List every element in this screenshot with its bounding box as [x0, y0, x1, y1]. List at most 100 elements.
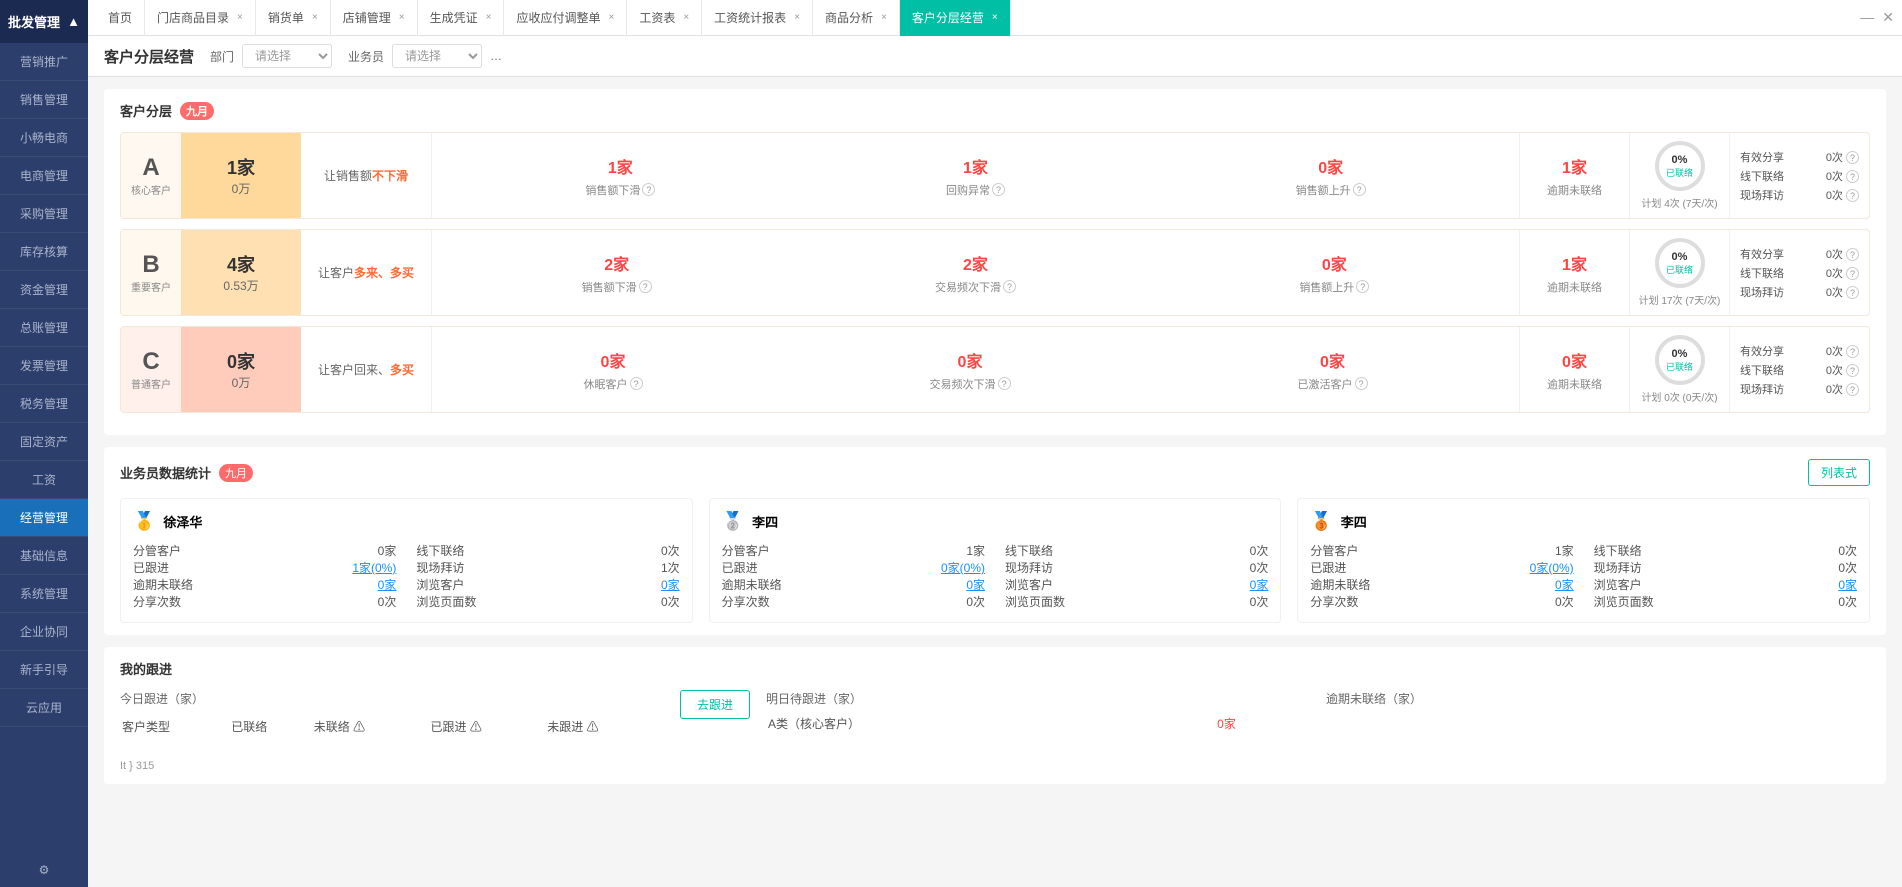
window-minimize-icon[interactable]: —	[1860, 9, 1874, 26]
staff-card-李四: 🥉李四分管客户1家已跟进0家(0%)逾期未联络0家分享次数0次线下联络0次现场拜…	[1297, 498, 1870, 623]
staff-medal: 🥇	[133, 511, 155, 532]
info-icon[interactable]: ?	[1846, 345, 1859, 358]
tab-销货单[interactable]: 销货单×	[256, 0, 331, 36]
tier-suggestion-B: 让客户多来、多买	[301, 230, 431, 315]
staff-stat-val[interactable]: 1家(0%)	[352, 559, 396, 576]
tab-close-生成凭证[interactable]: ×	[486, 12, 492, 23]
overdue-col: 逾期未联络（家）	[1326, 690, 1870, 713]
staff-stat-val[interactable]: 0家	[966, 576, 985, 593]
tab-门店商品目录[interactable]: 门店商品目录×	[145, 0, 256, 36]
staff-stat-row: 逾期未联络0家	[722, 576, 985, 593]
tab-工资表[interactable]: 工资表×	[627, 0, 702, 36]
info-icon[interactable]: ?	[1846, 151, 1859, 164]
dept-select[interactable]: 请选择	[242, 44, 332, 68]
info-icon[interactable]: ?	[1846, 248, 1859, 261]
main-area: 首页门店商品目录×销货单×店铺管理×生成凭证×应收应付调整单×工资表×工资统计报…	[88, 0, 1902, 887]
staff-stat-val[interactable]: 0家	[1250, 576, 1269, 593]
sidebar-header[interactable]: 批发管理 ▲	[0, 0, 88, 43]
sidebar-item-库存核算[interactable]: 库存核算	[0, 233, 88, 271]
info-icon[interactable]: ?	[1356, 280, 1369, 293]
sidebar-item-小畅电商[interactable]: 小畅电商	[0, 119, 88, 157]
tier-contact-C: 0家逾期未联络	[1519, 327, 1629, 412]
tab-应收应付调整单[interactable]: 应收应付调整单×	[504, 0, 627, 36]
tab-商品分析[interactable]: 商品分析×	[813, 0, 900, 36]
info-icon[interactable]: ?	[630, 377, 643, 390]
sidebar-item-总账管理[interactable]: 总账管理	[0, 309, 88, 347]
staff-stat-val[interactable]: 0家	[1555, 576, 1574, 593]
info-icon[interactable]: ?	[1353, 183, 1366, 196]
sidebar-item-电商管理[interactable]: 电商管理	[0, 157, 88, 195]
info-icon[interactable]: ?	[642, 183, 655, 196]
tab-close-应收应付调整单[interactable]: ×	[608, 12, 614, 23]
tier-label-C: C普通客户	[121, 327, 181, 412]
info-icon[interactable]: ?	[1846, 383, 1859, 396]
staff-stat-val[interactable]: 0家	[1838, 576, 1857, 593]
info-icon[interactable]: ?	[992, 183, 1005, 196]
sidebar-item-新手引导[interactable]: 新手引导	[0, 651, 88, 689]
sidebar-item-工资[interactable]: 工资	[0, 461, 88, 499]
sidebar-item-发票管理[interactable]: 发票管理	[0, 347, 88, 385]
staff-select[interactable]: 请选择	[392, 44, 482, 68]
list-view-button[interactable]: 列表式	[1808, 459, 1870, 486]
info-icon[interactable]: ?	[998, 377, 1011, 390]
sidebar-item-税务管理[interactable]: 税务管理	[0, 385, 88, 423]
sidebar-item-销售管理[interactable]: 销售管理	[0, 81, 88, 119]
window-close-icon[interactable]: ✕	[1882, 9, 1894, 26]
info-icon[interactable]: ?	[1846, 170, 1859, 183]
staff-stat-label: 浏览客户	[416, 576, 464, 593]
sidebar-item-采购管理[interactable]: 采购管理	[0, 195, 88, 233]
sidebar-item-基础信息[interactable]: 基础信息	[0, 537, 88, 575]
tab-close-门店商品目录[interactable]: ×	[237, 12, 243, 23]
sidebar-settings[interactable]: ⚙	[0, 853, 88, 887]
tab-close-客户分层经营[interactable]: ×	[992, 12, 998, 23]
stat-label: 已激活客户 ?	[1298, 376, 1368, 392]
info-icon[interactable]: ?	[1846, 267, 1859, 280]
staff-stat-row: 浏览页面数0次	[416, 593, 679, 610]
tier-letter-C: C	[142, 348, 159, 376]
sidebar-item-云应用[interactable]: 云应用	[0, 689, 88, 727]
tab-close-商品分析[interactable]: ×	[881, 12, 887, 23]
sidebar-collapse-icon[interactable]: ▲	[67, 14, 80, 29]
sidebar-item-系统管理[interactable]: 系统管理	[0, 575, 88, 613]
staff-stat-val[interactable]: 0家	[378, 576, 397, 593]
info-icon[interactable]: ?	[1846, 189, 1859, 202]
side-stat-row: 线下联络0次 ?	[1740, 362, 1859, 378]
tab-首页[interactable]: 首页	[96, 0, 145, 36]
tier-suggestion-A: 让销售额不下滑	[301, 133, 431, 218]
staff-stat-val[interactable]: 0家(0%)	[941, 559, 985, 576]
tab-工资统计报表[interactable]: 工资统计报表×	[702, 0, 813, 36]
sidebar-item-营销推广[interactable]: 营销推广	[0, 43, 88, 81]
staff-stat-row: 浏览客户0家	[1005, 576, 1268, 593]
side-stat-row: 有效分享0次 ?	[1740, 149, 1859, 165]
staff-stat-val[interactable]: 0家(0%)	[1530, 559, 1574, 576]
tab-客户分层经营[interactable]: 客户分层经营×	[900, 0, 1011, 36]
staff-stat-row: 现场拜访0次	[1594, 559, 1857, 576]
sidebar-item-资金管理[interactable]: 资金管理	[0, 271, 88, 309]
tab-生成凭证[interactable]: 生成凭证×	[418, 0, 505, 36]
sidebar-item-企业协同[interactable]: 企业协同	[0, 613, 88, 651]
tab-close-工资统计报表[interactable]: ×	[794, 12, 800, 23]
tab-close-销货单[interactable]: ×	[312, 12, 318, 23]
sidebar-item-固定资产[interactable]: 固定资产	[0, 423, 88, 461]
filter-more-icon[interactable]: …	[490, 49, 502, 63]
sidebar: 批发管理 ▲ 营销推广销售管理小畅电商电商管理采购管理库存核算资金管理总账管理发…	[0, 0, 88, 887]
stat-number: 1家	[608, 154, 633, 178]
info-icon[interactable]: ?	[1846, 286, 1859, 299]
tier-amount-A: 0万	[232, 180, 251, 197]
tier-count-block-B: 4家0.53万	[181, 230, 301, 315]
sidebar-item-经营管理[interactable]: 经营管理	[0, 499, 88, 537]
page-header: 客户分层经营 部门 请选择 业务员 请选择 …	[88, 36, 1902, 77]
side-stat-val: 0次 ?	[1826, 265, 1859, 281]
follow-action-button[interactable]: 去跟进	[680, 690, 750, 719]
info-icon[interactable]: ?	[1846, 364, 1859, 377]
tab-close-工资表[interactable]: ×	[683, 12, 689, 23]
staff-stat-val[interactable]: 0家	[661, 576, 680, 593]
info-icon[interactable]: ?	[1355, 377, 1368, 390]
tab-close-店铺管理[interactable]: ×	[399, 12, 405, 23]
tab-店铺管理[interactable]: 店铺管理×	[331, 0, 418, 36]
info-icon[interactable]: ?	[1003, 280, 1016, 293]
info-icon[interactable]: ?	[639, 280, 652, 293]
side-stat-val: 0次 ?	[1826, 284, 1859, 300]
stat-item: 1家回购异常 ?	[946, 154, 1005, 198]
tier-row-A: A核心客户1家0万让销售额不下滑1家销售额下滑 ?1家回购异常 ?0家销售额上升…	[120, 132, 1870, 219]
